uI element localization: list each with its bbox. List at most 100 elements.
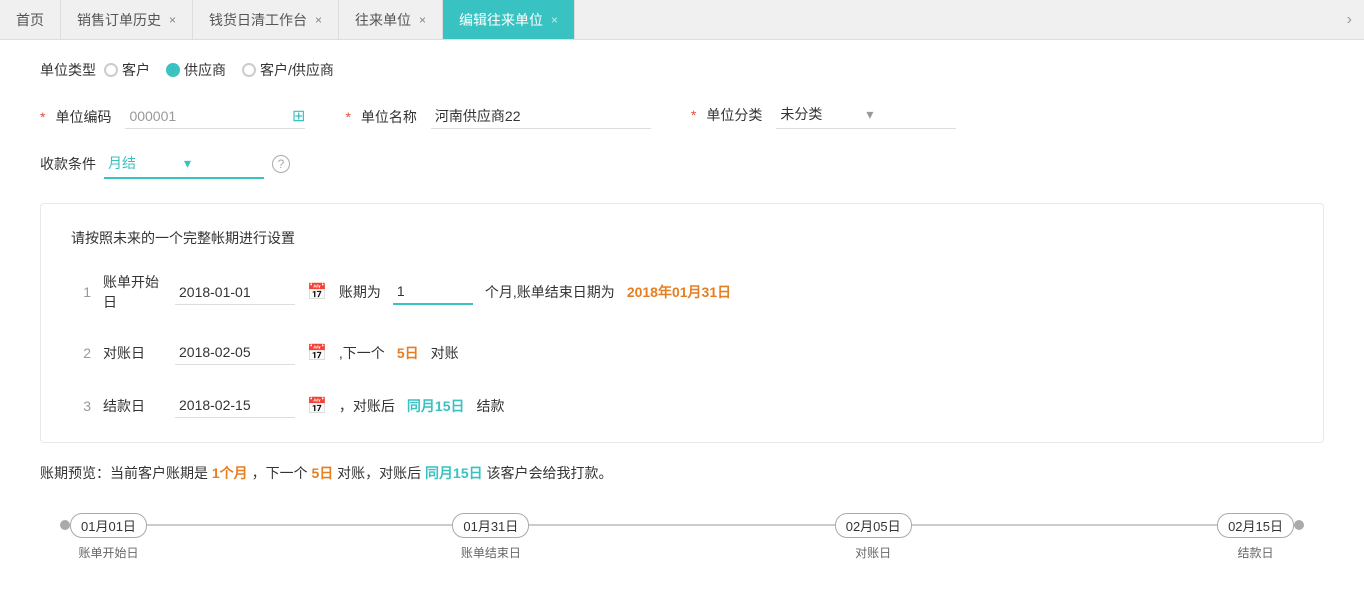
setting-num-1: 1 (71, 284, 91, 300)
unit-category-select[interactable]: 未分类 ▾ (776, 100, 956, 129)
payment-date-input[interactable] (175, 393, 295, 418)
setting-name-3: 结款日 (103, 396, 163, 416)
unit-type-row: 单位类型 客户 供应商 客户/供应商 (40, 60, 1324, 80)
unit-name-label: 单位名称 (361, 107, 417, 127)
timeline-line (70, 524, 1294, 526)
start-date-input[interactable] (175, 280, 295, 305)
tab-scroll-arrow[interactable]: › (1335, 11, 1364, 29)
setting-row-2: 2 对账日 📅 ,下一个 5日 对账 (71, 340, 1293, 365)
setting-num-3: 3 (71, 398, 91, 414)
payment-cond-arrow: ▾ (184, 155, 260, 172)
payment-cond-label: 收款条件 (40, 154, 96, 174)
period-label-after: 个月,账单结束日期为 (485, 282, 615, 302)
radio-both[interactable]: 客户/供应商 (242, 60, 334, 80)
unit-category-star: * (691, 107, 696, 123)
unit-code-field[interactable]: ⊞ (125, 104, 305, 129)
timeline-label-1: 01月01日 (70, 513, 147, 538)
preview-months: 1个月 (212, 465, 248, 481)
timeline-point-2: 01月31日 账单结束日 (452, 507, 529, 561)
unit-type-label: 单位类型 (40, 60, 96, 80)
setting-row-1: 1 账单开始日 📅 账期为 个月,账单结束日期为 2018年01月31日 (71, 272, 1293, 312)
tab-sales-history-close[interactable]: × (169, 13, 176, 27)
unit-category-label: 单位分类 (706, 105, 762, 125)
unit-code-label: 单位编码 (55, 107, 111, 127)
tab-edit-partner[interactable]: 编辑往来单位 × (443, 0, 575, 39)
payment-cond-value: 月结 (108, 153, 184, 173)
payment-date-cal-icon[interactable]: 📅 (307, 396, 327, 416)
payment-cond-row: 收款条件 月结 ▾ ? (40, 149, 1324, 179)
timeline-inner: 01月01日 账单开始日 01月31日 账单结束日 02月05日 对账日 (70, 507, 1294, 561)
tab-cash-work[interactable]: 钱货日清工作台 × (193, 0, 339, 39)
unit-code-copy-icon[interactable]: ⊞ (292, 106, 305, 126)
timeline-point-4: 02月15日 结款日 (1217, 507, 1294, 561)
preview-day: 5日 (311, 465, 333, 481)
reconcile-day: 5日 (397, 343, 419, 363)
tab-edit-partner-close[interactable]: × (551, 13, 558, 27)
preview-mid1: ，下一个 (252, 465, 308, 481)
unit-name-star: * (345, 109, 350, 125)
timeline-start-dot (60, 520, 70, 530)
timeline-label-2: 01月31日 (452, 513, 529, 538)
timeline-end-dot (1294, 520, 1304, 530)
tab-sales-history-label: 销售订单历史 (77, 10, 161, 30)
payment-day: 同月15日 (407, 396, 465, 416)
radio-both-label: 客户/供应商 (260, 60, 334, 80)
timeline-container: 01月01日 账单开始日 01月31日 账单结束日 02月05日 对账日 (40, 507, 1324, 561)
preview-text: 账期预览：当前客户账期是 1个月 ，下一个 5日 对账，对账后 同月15日 该客… (40, 463, 1324, 483)
timeline-sub-4: 结款日 (1238, 544, 1274, 561)
setting-row-3: 3 结款日 📅 ，对账后 同月15日 结款 (71, 393, 1293, 418)
radio-customer-label: 客户 (122, 60, 150, 80)
panel-title: 请按照未来的一个完整帐期进行设置 (71, 228, 1293, 248)
settings-panel: 请按照未来的一个完整帐期进行设置 1 账单开始日 📅 账期为 个月,账单结束日期… (40, 203, 1324, 443)
unit-type-radio-group: 客户 供应商 客户/供应商 (104, 60, 334, 80)
tab-cash-work-label: 钱货日清工作台 (209, 10, 307, 30)
tab-partner-unit-label: 往来单位 (355, 10, 411, 30)
tab-edit-partner-label: 编辑往来单位 (459, 10, 543, 30)
tab-cash-work-close[interactable]: × (315, 13, 322, 27)
unit-category-arrow: ▾ (866, 106, 952, 123)
payment-desc-before: ，对账后 (339, 396, 395, 416)
unit-category-value: 未分类 (780, 104, 866, 124)
period-end-date: 2018年01月31日 (627, 282, 731, 302)
timeline-label-3: 02月05日 (835, 513, 912, 538)
timeline-sub-1: 账单开始日 (78, 544, 138, 561)
preview-mid2: 对账，对账后 (337, 465, 421, 481)
period-input[interactable] (393, 279, 473, 305)
preview-payment-day: 同月15日 (425, 465, 483, 481)
unit-code-input[interactable] (125, 104, 292, 128)
main-content: 单位类型 客户 供应商 客户/供应商 * 单位编码 ⊞ (0, 40, 1364, 608)
radio-supplier-label: 供应商 (184, 60, 226, 80)
preview-before: 账期预览：当前客户账期是 (40, 465, 208, 481)
tab-partner-unit-close[interactable]: × (419, 13, 426, 27)
timeline-point-1: 01月01日 账单开始日 (70, 507, 147, 561)
reconcile-date-cal-icon[interactable]: 📅 (307, 343, 327, 363)
radio-supplier-circle (166, 63, 180, 77)
timeline-point-3: 02月05日 对账日 (835, 507, 912, 561)
unit-name-input[interactable] (431, 104, 651, 129)
start-date-cal-icon[interactable]: 📅 (307, 282, 327, 302)
payment-cond-select[interactable]: 月结 ▾ (104, 149, 264, 179)
timeline-sub-2: 账单结束日 (461, 544, 521, 561)
tab-partner-unit[interactable]: 往来单位 × (339, 0, 443, 39)
payment-desc-after: 结款 (477, 396, 505, 416)
radio-both-circle (242, 63, 256, 77)
tab-sales-history[interactable]: 销售订单历史 × (61, 0, 193, 39)
unit-info-row: * 单位编码 ⊞ * 单位名称 * 单位分类 未分类 ▾ (40, 100, 1324, 129)
unit-code-star: * (40, 109, 45, 125)
reconcile-desc-after: 对账 (431, 343, 459, 363)
tab-bar: 首页 销售订单历史 × 钱货日清工作台 × 往来单位 × 编辑往来单位 × › (0, 0, 1364, 40)
preview-after: 该客户会给我打款。 (487, 465, 613, 481)
radio-supplier[interactable]: 供应商 (166, 60, 226, 80)
period-label-before: 账期为 (339, 282, 381, 302)
payment-help-icon[interactable]: ? (272, 155, 290, 173)
setting-name-2: 对账日 (103, 343, 163, 363)
reconcile-date-input[interactable] (175, 340, 295, 365)
reconcile-desc-before: ,下一个 (339, 343, 385, 363)
timeline-sub-3: 对账日 (855, 544, 891, 561)
tab-home[interactable]: 首页 (0, 0, 61, 39)
radio-customer[interactable]: 客户 (104, 60, 150, 80)
setting-name-1: 账单开始日 (103, 272, 163, 312)
setting-num-2: 2 (71, 345, 91, 361)
timeline-label-4: 02月15日 (1217, 513, 1294, 538)
tab-home-label: 首页 (16, 10, 44, 30)
